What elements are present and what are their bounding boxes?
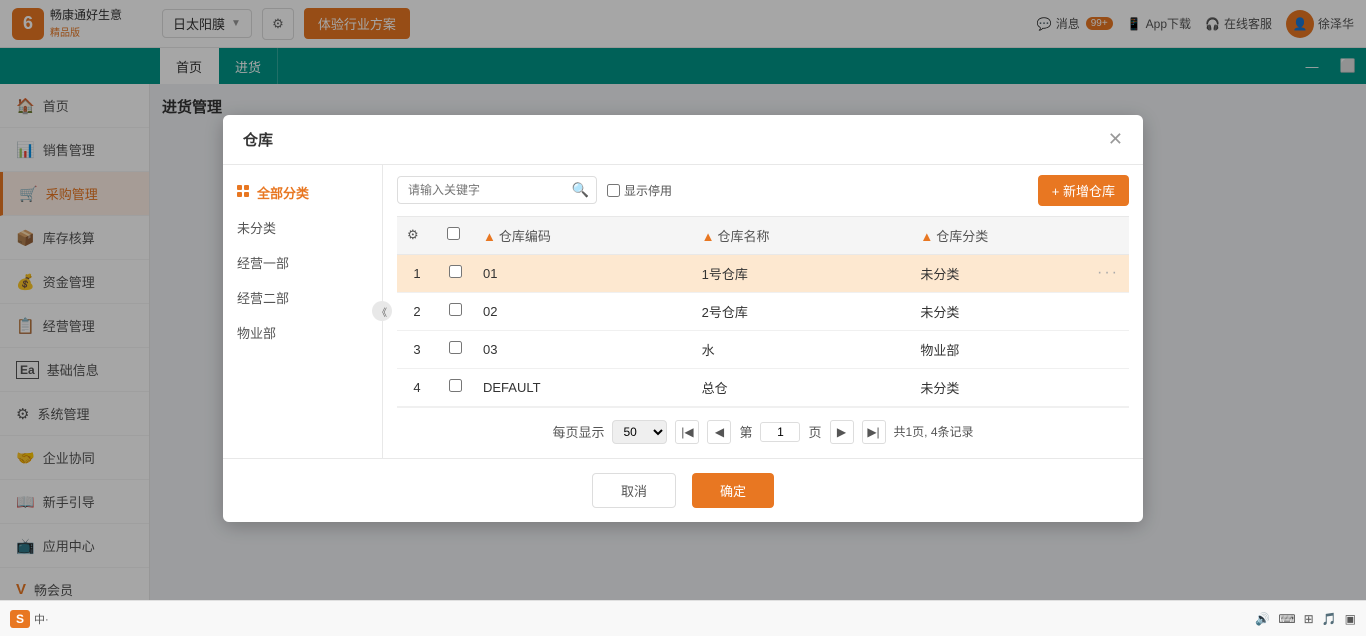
taskbar-sound-icon[interactable]: 🔊 [1255, 612, 1270, 626]
show-disabled-checkbox[interactable] [607, 184, 620, 197]
row-number: 3 [397, 330, 437, 368]
grid-icon [237, 185, 251, 199]
th-code: ▲仓库编码 [473, 216, 692, 254]
th-category: ▲仓库分类 [910, 216, 1129, 254]
first-page-button[interactable]: |◀ [675, 420, 699, 444]
add-warehouse-button[interactable]: + 新增仓库 [1038, 175, 1129, 206]
row-checkbox-cell [437, 368, 473, 406]
pagination-bar: 每页显示 50 100 |◀ ◀ 第 页 ▶ ▶| 共1页, 4条记录 [397, 407, 1129, 448]
table-header: ⚙ ▲仓库编码 ▲仓库名称 ▲仓库分类 [397, 216, 1129, 254]
row-checkbox[interactable] [449, 265, 462, 278]
category-item-property[interactable]: 物业部 [223, 315, 382, 350]
taskbar-window-icon[interactable]: ▣ [1345, 612, 1356, 626]
taskbar-music-icon[interactable]: 🎵 [1322, 612, 1337, 626]
search-wrap: 🔍 [397, 176, 597, 204]
taskbar-ime-label: 中· [34, 611, 49, 627]
dialog-overlay: 仓库 ✕ 全部分类 未分类 [0, 0, 1366, 636]
table-row[interactable]: 1 01 1号仓库 未分类 ··· [397, 254, 1129, 292]
warehouse-name: 总仓 [692, 368, 911, 406]
row-checkbox-cell [437, 330, 473, 368]
warehouse-code: 03 [473, 330, 692, 368]
dialog-header: 仓库 ✕ [223, 115, 1143, 165]
th-settings: ⚙ [397, 216, 437, 254]
table-row[interactable]: 2 02 2号仓库 未分类 [397, 292, 1129, 330]
category-panel: 全部分类 未分类 经营一部 经营二部 物业部 《 [223, 165, 383, 458]
category-item-unclassified[interactable]: 未分类 [223, 210, 382, 245]
table-body: 1 01 1号仓库 未分类 ··· [397, 254, 1129, 406]
last-page-button[interactable]: ▶| [862, 420, 886, 444]
total-info: 共1页, 4条记录 [894, 423, 974, 440]
page-number-input[interactable] [760, 422, 800, 442]
table-toolbar: 🔍 显示停用 + 新增仓库 [397, 175, 1129, 206]
category-all-item[interactable]: 全部分类 [223, 175, 382, 210]
all-categories-label: 全部分类 [257, 183, 309, 202]
category-item-dept1[interactable]: 经营一部 [223, 245, 382, 280]
row-checkbox[interactable] [449, 303, 462, 316]
taskbar-keyboard-icon[interactable]: ⌨ [1278, 612, 1295, 626]
warehouse-category: 物业部 [910, 330, 1129, 368]
row-actions-button[interactable]: ··· [1097, 264, 1119, 282]
per-page-select[interactable]: 50 100 [612, 420, 667, 444]
row-checkbox-cell [437, 254, 473, 292]
warehouse-category: 未分类 [910, 368, 1129, 406]
page-label: 第 [739, 422, 752, 441]
warehouse-code: 02 [473, 292, 692, 330]
row-checkbox-cell [437, 292, 473, 330]
row-number: 1 [397, 254, 437, 292]
th-name: ▲仓库名称 [692, 216, 911, 254]
warehouse-table: ⚙ ▲仓库编码 ▲仓库名称 ▲仓库分类 1 [397, 216, 1129, 407]
warehouse-name: 水 [692, 330, 911, 368]
warehouse-name: 2号仓库 [692, 292, 911, 330]
taskbar-logo: S [10, 610, 30, 628]
table-row[interactable]: 3 03 水 物业部 [397, 330, 1129, 368]
table-row[interactable]: 4 DEFAULT 总仓 未分类 [397, 368, 1129, 406]
show-disabled-label: 显示停用 [624, 182, 672, 199]
dialog-footer: 取消 确定 [223, 458, 1143, 522]
category-item-dept2[interactable]: 经营二部 [223, 280, 382, 315]
warehouse-name: 1号仓库 [692, 254, 911, 292]
show-disabled-wrap: 显示停用 [607, 182, 672, 199]
th-checkbox [437, 216, 473, 254]
select-all-checkbox[interactable] [447, 227, 460, 240]
prev-page-button[interactable]: ◀ [707, 420, 731, 444]
dialog-body: 全部分类 未分类 经营一部 经营二部 物业部 《 🔍 [223, 165, 1143, 458]
search-icon: 🔍 [572, 182, 589, 199]
warehouse-code: 01 [473, 254, 692, 292]
confirm-button[interactable]: 确定 [692, 473, 774, 508]
row-checkbox[interactable] [449, 341, 462, 354]
page-unit: 页 [808, 422, 821, 441]
row-checkbox[interactable] [449, 379, 462, 392]
warehouse-dialog: 仓库 ✕ 全部分类 未分类 [223, 115, 1143, 522]
row-number: 2 [397, 292, 437, 330]
close-button[interactable]: ✕ [1108, 129, 1123, 150]
warehouse-category: 未分类 ··· [910, 254, 1129, 292]
table-wrapper: ⚙ ▲仓库编码 ▲仓库名称 ▲仓库分类 1 [397, 216, 1129, 407]
dialog-title: 仓库 [243, 129, 273, 150]
bottom-taskbar: S 中· 🔊 ⌨ ⊞ 🎵 ▣ [0, 600, 1366, 636]
taskbar-grid-icon[interactable]: ⊞ [1304, 612, 1314, 626]
search-input[interactable] [397, 176, 597, 204]
cancel-button[interactable]: 取消 [592, 473, 676, 508]
table-panel: 🔍 显示停用 + 新增仓库 ⚙ [383, 165, 1143, 458]
collapse-panel-button[interactable]: 《 [372, 301, 392, 321]
warehouse-code: DEFAULT [473, 368, 692, 406]
row-number: 4 [397, 368, 437, 406]
next-page-button[interactable]: ▶ [830, 420, 854, 444]
warehouse-category: 未分类 [910, 292, 1129, 330]
per-page-label: 每页显示 [552, 422, 604, 441]
